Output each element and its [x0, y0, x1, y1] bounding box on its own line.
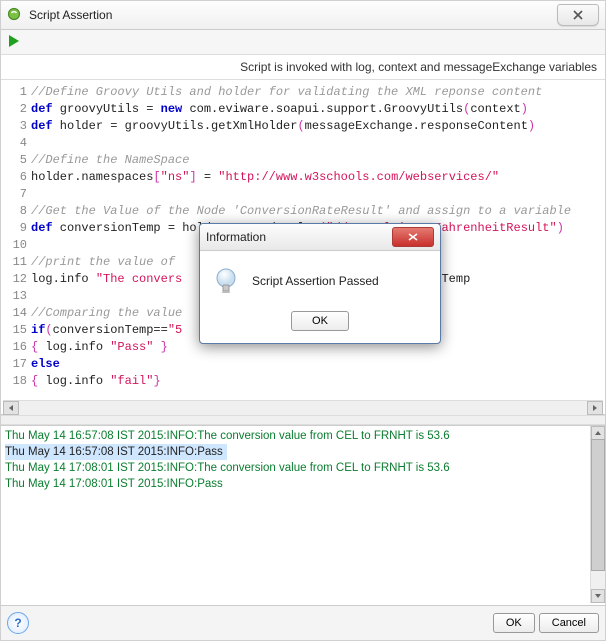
log-line[interactable]: Thu May 14 17:08:01 IST 2015:INFO:Pass	[5, 476, 591, 492]
app-icon	[7, 7, 23, 23]
info-dialog: Information Script Assertion Passed OK	[199, 223, 441, 344]
log-lines[interactable]: Thu May 14 16:57:08 IST 2015:INFO:The co…	[5, 428, 591, 492]
dialog-title: Information	[206, 230, 266, 244]
splitter[interactable]	[1, 415, 605, 425]
dialog-ok-button[interactable]: OK	[291, 311, 349, 331]
info-icon	[210, 265, 242, 297]
scroll-left-button[interactable]	[3, 401, 19, 415]
log-panel[interactable]: Thu May 14 16:57:08 IST 2015:INFO:The co…	[1, 425, 605, 603]
log-vscrollbar[interactable]	[590, 426, 605, 603]
run-button[interactable]	[7, 34, 21, 51]
ok-button[interactable]: OK	[493, 613, 535, 633]
scroll-right-button[interactable]	[587, 401, 603, 415]
editor-hscrollbar[interactable]	[3, 400, 603, 415]
log-line[interactable]: Thu May 14 16:57:08 IST 2015:INFO:The co…	[5, 428, 591, 444]
script-info-bar: Script is invoked with log, context and …	[1, 55, 605, 80]
bottom-bar: ? OK Cancel	[1, 605, 605, 640]
toolbar	[1, 30, 605, 55]
dialog-close-button[interactable]	[392, 227, 434, 247]
window-close-button[interactable]	[557, 4, 599, 26]
window-title: Script Assertion	[29, 8, 112, 22]
log-line[interactable]: Thu May 14 16:57:08 IST 2015:INFO:Pass	[5, 444, 227, 460]
scroll-track[interactable]	[20, 402, 586, 414]
script-assertion-window: Script Assertion Script is invoked with …	[0, 0, 606, 641]
scroll-up-button[interactable]	[591, 426, 605, 440]
titlebar[interactable]: Script Assertion	[1, 1, 605, 30]
scroll-thumb[interactable]	[591, 439, 605, 571]
scroll-down-button[interactable]	[591, 589, 605, 603]
dialog-titlebar[interactable]: Information	[200, 224, 440, 251]
log-line[interactable]: Thu May 14 17:08:01 IST 2015:INFO:The co…	[5, 460, 591, 476]
script-info-text: Script is invoked with log, context and …	[240, 60, 597, 74]
cancel-button[interactable]: Cancel	[539, 613, 599, 633]
editor-gutter: 123456789101112131415161718	[3, 84, 31, 400]
help-button[interactable]: ?	[7, 612, 29, 634]
dialog-message: Script Assertion Passed	[252, 274, 379, 288]
